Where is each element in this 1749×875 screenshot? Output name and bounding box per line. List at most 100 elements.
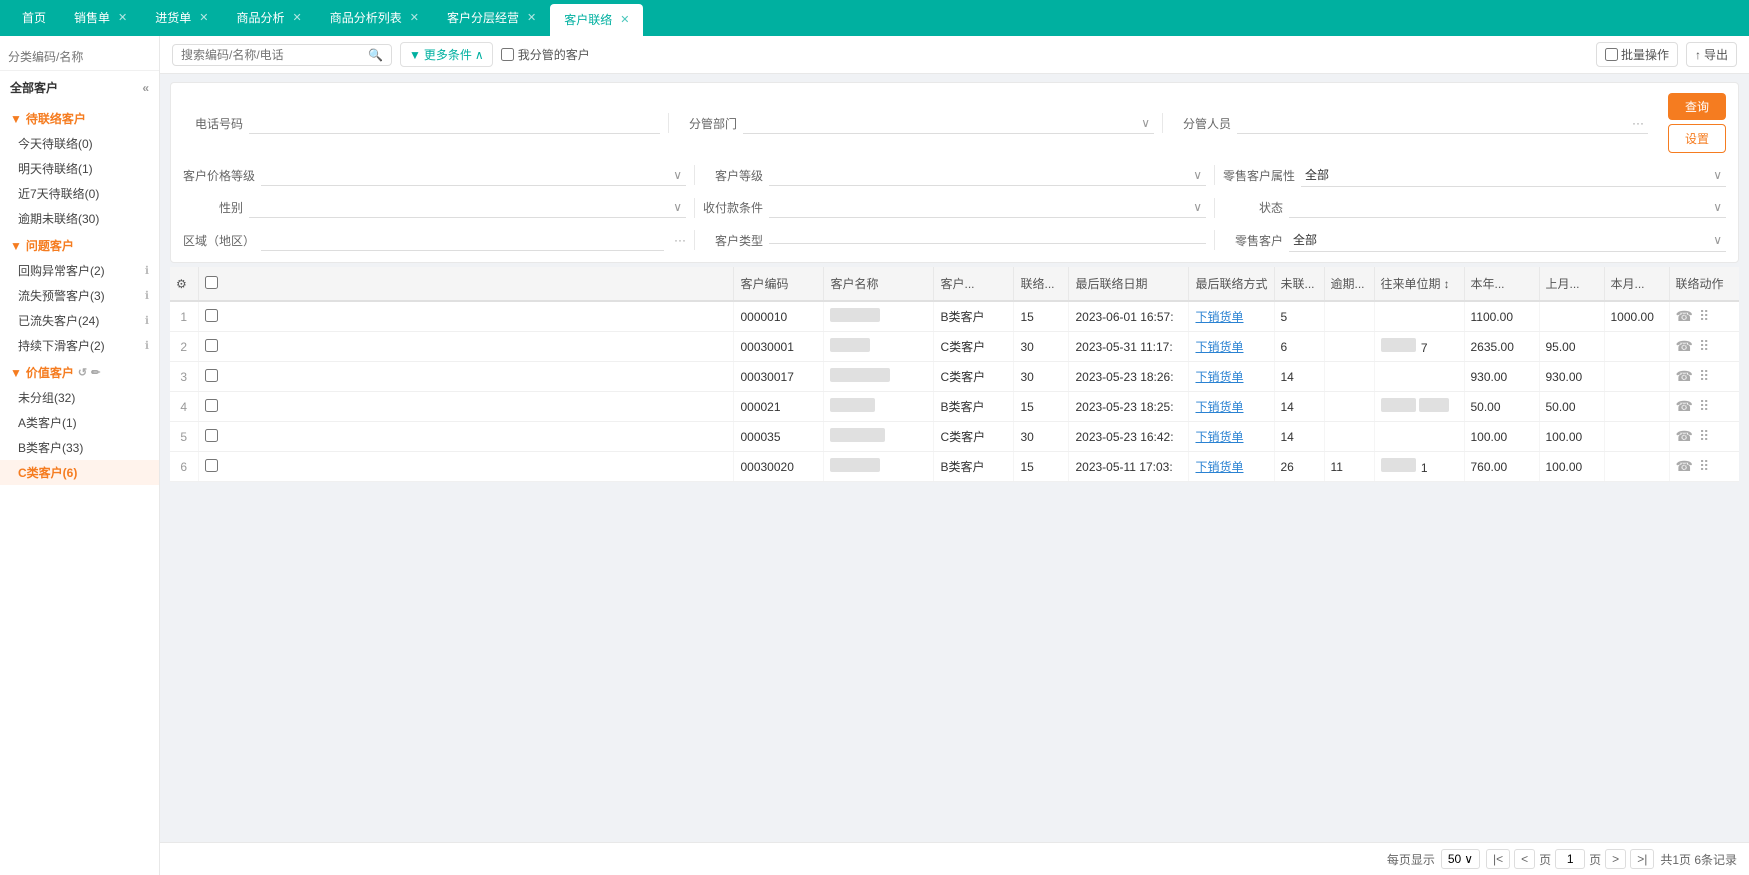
per-page-select[interactable]: 50 ∨ (1441, 849, 1480, 869)
method-link-2[interactable]: 下销货单 (1195, 340, 1243, 354)
nav-customer-contact-close[interactable]: ✕ (620, 4, 629, 36)
sidebar-item-overdue-pending[interactable]: 逾期未联络(30) (0, 206, 159, 231)
export-label: 导出 (1704, 46, 1728, 63)
row-method-4: 下销货单 (1189, 392, 1274, 422)
action-phone-icon-4[interactable]: ☎ (1676, 398, 1693, 415)
cust-type-select[interactable] (769, 237, 1206, 244)
method-link-4[interactable]: 下销货单 (1195, 400, 1243, 414)
value-refresh-icon[interactable]: ↺ (78, 366, 87, 379)
last-page-btn[interactable]: >| (1630, 849, 1654, 869)
more-conditions-btn[interactable]: ▼ 更多条件 ∧ (400, 42, 493, 67)
region-label: 区域（地区） (183, 232, 255, 249)
action-more-icon-2[interactable]: ⠿ (1699, 338, 1709, 355)
nav-customer-tier[interactable]: 客户分层经营 ✕ (433, 0, 550, 36)
divider-4 (1214, 165, 1215, 185)
nav-purchase[interactable]: 进货单 ✕ (141, 0, 222, 36)
toolbar-search-input[interactable] (181, 48, 364, 62)
my-customers-checkbox[interactable]: 我分管的客户 (501, 46, 590, 63)
sidebar-item-unclassified[interactable]: 未分组(32) (0, 385, 159, 410)
retail-cust-select[interactable]: 全部 ∨ (1289, 228, 1726, 252)
gender-select[interactable]: ∨ (249, 197, 686, 218)
sidebar-item-abnormal[interactable]: 回购异常客户(2) ℹ (0, 258, 159, 283)
retail-attr-select[interactable]: 全部 ∨ (1301, 163, 1726, 187)
select-all-checkbox[interactable] (205, 276, 218, 289)
nav-product-list[interactable]: 商品分析列表 ✕ (316, 0, 433, 36)
sidebar-item-7day-pending[interactable]: 近7天待联络(0) (0, 181, 159, 206)
row-history-3 (1374, 362, 1464, 392)
nav-product-list-close[interactable]: ✕ (410, 0, 419, 36)
price-grade-select[interactable]: ∨ (261, 165, 686, 186)
page-input[interactable] (1555, 849, 1585, 869)
retail-cust-arrow-icon: ∨ (1713, 233, 1722, 247)
settings-button[interactable]: 设置 (1668, 124, 1726, 153)
row-checkbox-3 (198, 362, 734, 392)
action-more-icon-6[interactable]: ⠿ (1699, 458, 1709, 475)
sidebar-item-class-b[interactable]: B类客户(33) (0, 435, 159, 460)
region-dots-icon[interactable]: ··· (674, 233, 686, 247)
row-check-1[interactable] (205, 309, 218, 322)
method-link-5[interactable]: 下销货单 (1195, 430, 1243, 444)
action-more-icon-5[interactable]: ⠿ (1699, 428, 1709, 445)
action-more-icon-1[interactable]: ⠿ (1699, 308, 1709, 325)
action-phone-icon-3[interactable]: ☎ (1676, 368, 1693, 385)
export-btn[interactable]: ↑ 导出 (1686, 42, 1737, 67)
action-phone-icon-5[interactable]: ☎ (1676, 428, 1693, 445)
method-link-3[interactable]: 下销货单 (1195, 370, 1243, 384)
sidebar-search-input[interactable] (8, 50, 160, 64)
sidebar-all-customers[interactable]: 全部客户 « (0, 71, 159, 104)
nav-sales[interactable]: 销售单 ✕ (60, 0, 141, 36)
payment-select[interactable]: ∨ (769, 197, 1206, 218)
dept-select[interactable]: ∨ (743, 113, 1154, 134)
method-link-1[interactable]: 下销货单 (1195, 310, 1243, 324)
batch-op-btn[interactable]: 批量操作 (1596, 42, 1678, 67)
sidebar-collapse-icon[interactable]: « (142, 81, 149, 95)
row-check-3[interactable] (205, 369, 218, 382)
action-more-icon-4[interactable]: ⠿ (1699, 398, 1709, 415)
th-history-sort-icon[interactable]: ↕ (1444, 277, 1450, 291)
action-more-icon-3[interactable]: ⠿ (1699, 368, 1709, 385)
row-contact-4: 15 (1014, 392, 1069, 422)
sidebar-item-today-pending[interactable]: 今天待联络(0) (0, 131, 159, 156)
row-check-4[interactable] (205, 399, 218, 412)
action-phone-icon-6[interactable]: ☎ (1676, 458, 1693, 475)
name-blurred-1 (830, 308, 880, 322)
row-check-5[interactable] (205, 429, 218, 442)
nav-purchase-close[interactable]: ✕ (199, 0, 208, 36)
phone-input[interactable] (249, 113, 660, 134)
method-link-6[interactable]: 下销货单 (1195, 460, 1243, 474)
th-last-contact-method: 最后联络方式 (1189, 267, 1274, 301)
nav-product-analysis[interactable]: 商品分析 ✕ (222, 0, 315, 36)
row-check-6[interactable] (205, 459, 218, 472)
nav-customer-tier-close[interactable]: ✕ (527, 0, 536, 36)
action-phone-icon-1[interactable]: ☎ (1676, 308, 1693, 325)
manager-select[interactable]: ··· (1237, 113, 1648, 134)
table-gear-icon[interactable]: ⚙ (176, 277, 187, 291)
status-arrow-icon: ∨ (1713, 200, 1722, 214)
prev-page-btn[interactable]: < (1514, 849, 1535, 869)
region-input[interactable] (261, 230, 664, 251)
status-select[interactable]: ∨ (1289, 197, 1726, 218)
query-button[interactable]: 查询 (1668, 93, 1726, 120)
first-page-btn[interactable]: |< (1486, 849, 1510, 869)
nav-sales-close[interactable]: ✕ (118, 0, 127, 36)
row-check-2[interactable] (205, 339, 218, 352)
divider-1 (668, 113, 669, 133)
row-action-2: ☎ ⠿ (1669, 332, 1739, 362)
nav-customer-contact[interactable]: 客户联络 ✕ (550, 4, 643, 36)
toolbar-search-icon[interactable]: 🔍 (368, 48, 383, 62)
value-edit-icon[interactable]: ✏ (91, 366, 100, 379)
next-page-btn[interactable]: > (1605, 849, 1626, 869)
sidebar-item-class-c[interactable]: C类客户(6) (0, 460, 159, 485)
sidebar-item-churn-warning[interactable]: 流失预警客户(3) ℹ (0, 283, 159, 308)
action-phone-icon-2[interactable]: ☎ (1676, 338, 1693, 355)
my-customers-check[interactable] (501, 48, 514, 61)
sidebar-item-tomorrow-pending[interactable]: 明天待联络(1) (0, 156, 159, 181)
nav-product-analysis-close[interactable]: ✕ (293, 0, 302, 36)
nav-home[interactable]: 首页 (8, 0, 60, 36)
sidebar-item-class-a[interactable]: A类客户(1) (0, 410, 159, 435)
cust-grade-select[interactable]: ∨ (769, 165, 1206, 186)
batch-checkbox[interactable] (1605, 48, 1618, 61)
sidebar-item-declining[interactable]: 持续下滑客户(2) ℹ (0, 333, 159, 358)
manager-dots-icon[interactable]: ··· (1632, 116, 1644, 130)
sidebar-item-lost[interactable]: 已流失客户(24) ℹ (0, 308, 159, 333)
